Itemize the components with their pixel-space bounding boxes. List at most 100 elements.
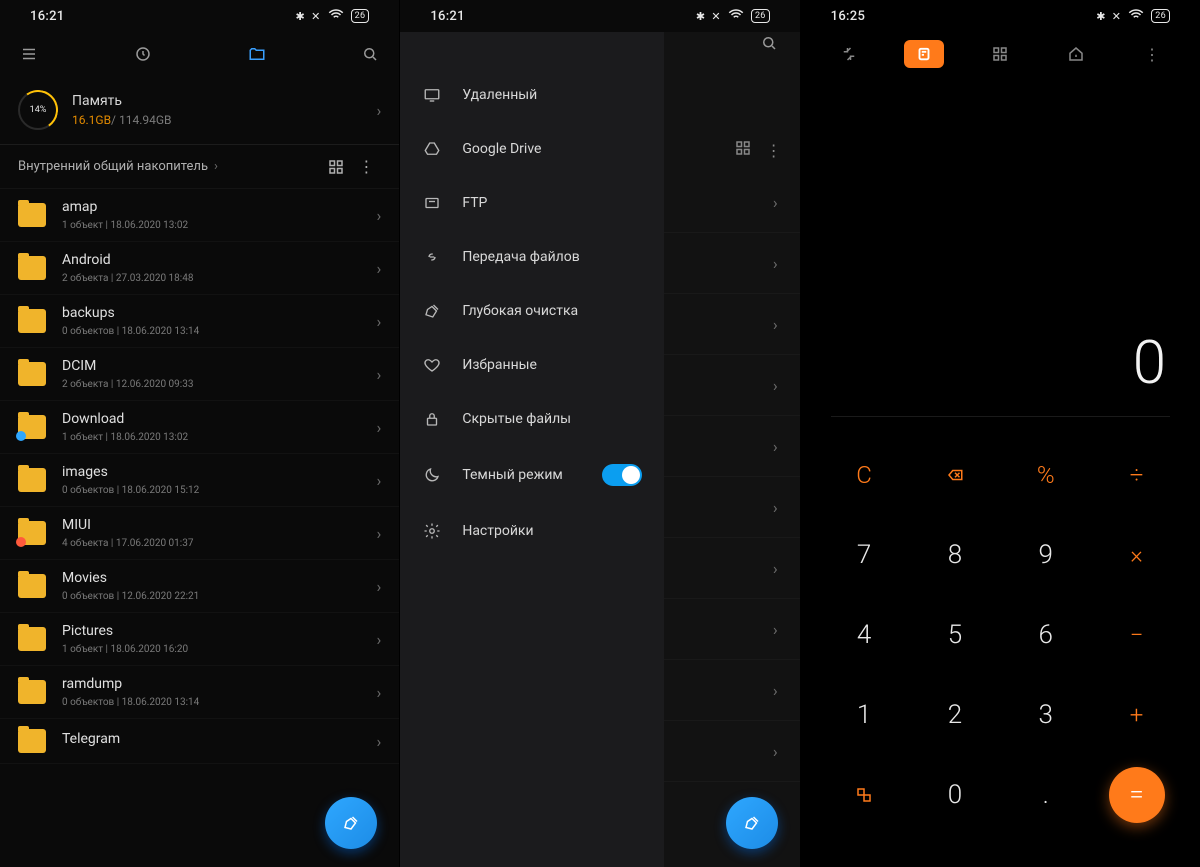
chevron-right-icon: › bbox=[773, 254, 778, 273]
folder-meta: 0 объектов | 18.06.2020 13:14 bbox=[62, 326, 377, 337]
chevron-right-icon: › bbox=[773, 315, 778, 334]
key-2[interactable]: 2 bbox=[909, 675, 1000, 755]
clean-fab[interactable] bbox=[726, 797, 778, 849]
key-=[interactable]: = bbox=[1109, 767, 1165, 823]
folder-row[interactable]: Movies 0 объектов | 12.06.2020 22:21 › bbox=[0, 560, 399, 613]
more-icon[interactable]: ⋮ bbox=[351, 157, 381, 176]
drawer-item[interactable]: Google Drive bbox=[400, 122, 664, 176]
folder-row[interactable]: Download 1 объект | 18.06.2020 13:02 › bbox=[0, 401, 399, 454]
key-8[interactable]: 8 bbox=[909, 515, 1000, 595]
status-time: 16:21 bbox=[30, 9, 64, 24]
folder-icon bbox=[18, 256, 46, 280]
clean-fab[interactable] bbox=[325, 797, 377, 849]
status-time: 16:21 bbox=[430, 9, 464, 24]
key-.[interactable]: . bbox=[1000, 755, 1091, 835]
drawer-item[interactable]: Удаленный bbox=[400, 68, 664, 122]
drawer-label: FTP bbox=[462, 195, 642, 211]
recent-icon[interactable] bbox=[132, 43, 154, 65]
drawer-item[interactable]: Темный режим bbox=[400, 446, 664, 504]
drawer-item[interactable]: Избранные bbox=[400, 338, 664, 392]
key-÷[interactable]: ÷ bbox=[1091, 435, 1182, 515]
storage-ring: 14% bbox=[18, 90, 58, 130]
key-0[interactable]: 0 bbox=[909, 755, 1000, 835]
chevron-right-icon: › bbox=[773, 742, 778, 761]
key-4[interactable]: 4 bbox=[819, 595, 910, 675]
link-icon bbox=[422, 248, 442, 266]
collapse-icon[interactable] bbox=[829, 45, 869, 63]
lock-icon bbox=[422, 410, 442, 428]
drawer-scrim[interactable]: ⋮ ›››››››››› bbox=[664, 32, 800, 867]
dark-mode-toggle[interactable] bbox=[602, 464, 642, 486]
key-9[interactable]: 9 bbox=[1000, 515, 1091, 595]
key-%[interactable]: % bbox=[1000, 435, 1091, 515]
drawer-item[interactable]: Глубокая очистка bbox=[400, 284, 664, 338]
key-−[interactable]: − bbox=[1091, 595, 1182, 675]
chevron-right-icon: › bbox=[773, 376, 778, 395]
key-×[interactable]: × bbox=[1091, 515, 1182, 595]
chevron-right-icon: › bbox=[773, 498, 778, 517]
calculator-tabs: ⋮ bbox=[801, 32, 1200, 76]
chevron-right-icon: › bbox=[377, 683, 382, 702]
drawer-label: Настройки bbox=[462, 523, 642, 539]
mortgage-tab-icon[interactable] bbox=[1056, 45, 1096, 63]
bluetooth-icon: ✱ bbox=[1096, 10, 1106, 23]
folder-row[interactable]: images 0 объектов | 18.06.2020 15:12 › bbox=[0, 454, 399, 507]
storage-card[interactable]: 14% Память 16.1GB/ 114.94GB › bbox=[0, 76, 399, 145]
grid-view-icon[interactable] bbox=[734, 139, 752, 161]
bluetooth-icon: ✱ bbox=[696, 10, 706, 23]
phone-file-manager-drawer: 16:21 ✱ ✕ 26 Удаленный Google Drive FTP … bbox=[399, 0, 799, 867]
folder-row[interactable]: MIUI 4 объекта | 17.06.2020 01:37 › bbox=[0, 507, 399, 560]
list-item: › bbox=[664, 233, 800, 294]
menu-icon[interactable] bbox=[18, 43, 40, 65]
more-icon[interactable]: ⋮ bbox=[1132, 45, 1172, 64]
bluetooth-icon: ✱ bbox=[296, 10, 306, 23]
breadcrumb[interactable]: Внутренний общий накопитель› bbox=[18, 159, 321, 174]
key-3[interactable]: 3 bbox=[1000, 675, 1091, 755]
drawer-item[interactable]: FTP bbox=[400, 176, 664, 230]
gdrive-icon bbox=[422, 140, 442, 158]
list-item: › bbox=[664, 172, 800, 233]
battery-icon: 26 bbox=[751, 9, 770, 23]
key-⇄[interactable] bbox=[819, 755, 910, 835]
folder-row[interactable]: DCIM 2 объекта | 12.06.2020 09:33 › bbox=[0, 348, 399, 401]
folder-row[interactable]: Android 2 объекта | 27.03.2020 18:48 › bbox=[0, 242, 399, 295]
folder-list[interactable]: amap 1 объект | 18.06.2020 13:02 › Andro… bbox=[0, 189, 399, 867]
folder-icon bbox=[18, 415, 46, 439]
folder-row[interactable]: Pictures 1 объект | 18.06.2020 16:20 › bbox=[0, 613, 399, 666]
chevron-right-icon: › bbox=[377, 471, 382, 490]
key-7[interactable]: 7 bbox=[819, 515, 910, 595]
list-item: › bbox=[664, 599, 800, 660]
monitor-icon bbox=[422, 86, 442, 104]
breadcrumb-row: Внутренний общий накопитель› ⋮ bbox=[0, 145, 399, 189]
drawer-item[interactable]: Настройки bbox=[400, 504, 664, 558]
drawer-label: Скрытые файлы bbox=[462, 411, 642, 427]
drawer-overlay: Удаленный Google Drive FTP Передача файл… bbox=[400, 32, 799, 867]
folder-row[interactable]: Telegram › bbox=[0, 719, 399, 764]
key-⌫[interactable] bbox=[909, 435, 1000, 515]
search-icon[interactable] bbox=[664, 32, 800, 54]
folder-meta: 0 объектов | 12.06.2020 22:21 bbox=[62, 591, 377, 602]
key-+[interactable]: + bbox=[1091, 675, 1182, 755]
key-5[interactable]: 5 bbox=[909, 595, 1000, 675]
drawer-item[interactable]: Передача файлов bbox=[400, 230, 664, 284]
grid-view-icon[interactable] bbox=[321, 158, 351, 176]
key-1[interactable]: 1 bbox=[819, 675, 910, 755]
drawer-item[interactable]: Скрытые файлы bbox=[400, 392, 664, 446]
key-C[interactable]: C bbox=[819, 435, 910, 515]
folder-meta: 1 объект | 18.06.2020 13:02 bbox=[62, 432, 377, 443]
storage-total: 114.94GB bbox=[119, 113, 172, 127]
converter-tab-icon[interactable] bbox=[980, 45, 1020, 63]
status-right: ✱ ✕ 26 bbox=[696, 6, 770, 27]
search-icon[interactable] bbox=[359, 43, 381, 65]
list-item: › bbox=[664, 416, 800, 477]
key-6[interactable]: 6 bbox=[1000, 595, 1091, 675]
folder-row[interactable]: ramdump 0 объектов | 18.06.2020 13:14 › bbox=[0, 666, 399, 719]
heart-icon bbox=[422, 356, 442, 374]
folder-row[interactable]: amap 1 объект | 18.06.2020 13:02 › bbox=[0, 189, 399, 242]
calculator-tab-icon[interactable] bbox=[904, 40, 944, 68]
list-item: › bbox=[664, 660, 800, 721]
folder-tab-icon[interactable] bbox=[246, 43, 268, 65]
broom-icon bbox=[422, 302, 442, 320]
more-icon[interactable]: ⋮ bbox=[766, 141, 782, 160]
folder-row[interactable]: backups 0 объектов | 18.06.2020 13:14 › bbox=[0, 295, 399, 348]
